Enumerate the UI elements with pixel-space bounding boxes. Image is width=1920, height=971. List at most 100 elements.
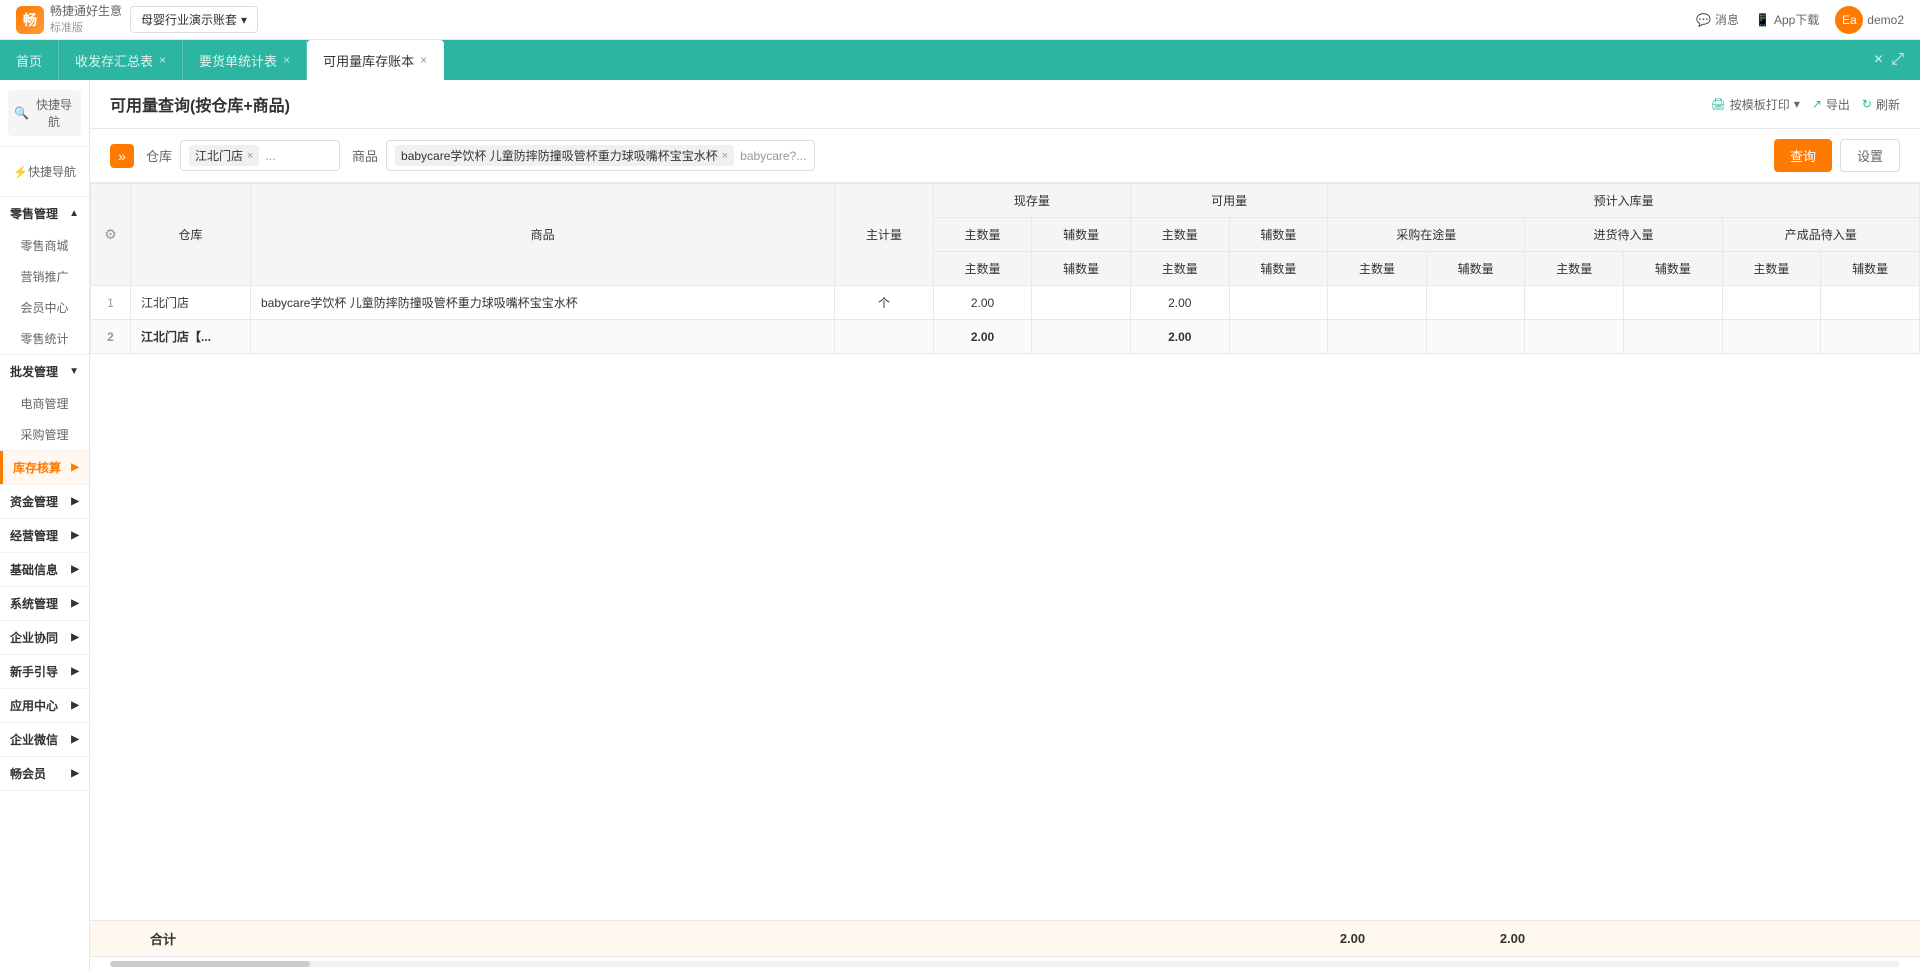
section-enterprise-wechat: 企业微信 ▶ xyxy=(0,723,89,757)
section-system-mgmt-header[interactable]: 系统管理 ▶ xyxy=(0,587,89,620)
table-row: 1 江北门店 babycare学饮杯 儿童防摔防撞吸管杯重力球吸嘴杯宝宝水杯 个… xyxy=(91,286,1920,320)
app-download-button[interactable]: 📱 App下载 xyxy=(1755,11,1819,28)
user-profile[interactable]: Ea demo2 xyxy=(1835,6,1904,34)
row-avail-aux-2 xyxy=(1229,320,1328,354)
chevron-right-icon: ▶ xyxy=(71,700,79,711)
th-purchase-main: 主数量 xyxy=(1328,252,1427,286)
tab-available-stock[interactable]: 可用量库存账本 × xyxy=(307,40,444,80)
logo-text: 畅捷通好生意 标准版 xyxy=(50,4,122,36)
section-enterprise-collab-header[interactable]: 企业协同 ▶ xyxy=(0,621,89,654)
chevron-right-icon: ▶ xyxy=(71,530,79,541)
row-avail-aux-1 xyxy=(1229,286,1328,320)
section-inventory-check: 库存核算 ▶ xyxy=(0,451,89,485)
th-settings[interactable]: ⚙ xyxy=(91,184,131,286)
export-button[interactable]: ↗ 导出 xyxy=(1812,96,1850,113)
product-tag-remove[interactable]: × xyxy=(722,150,728,162)
section-basic-info: 基础信息 ▶ xyxy=(0,553,89,587)
sidebar-item-member-center[interactable]: 会员中心 xyxy=(0,292,89,323)
sidebar-item-retail-stats[interactable]: 零售统计 xyxy=(0,323,89,354)
expand-icon: » xyxy=(118,148,126,164)
row-avail-main-2: 2.00 xyxy=(1130,320,1229,354)
row-incoming-aux-2 xyxy=(1624,320,1723,354)
sidebar: 🔍 快捷导航 ⚡ 快捷导航 零售管理 ▲ 零售商城 营销推广 会员中心 零售统计… xyxy=(0,80,90,971)
product-more[interactable]: babycare?... xyxy=(740,149,806,163)
th-avail-main2: 主数量 xyxy=(1130,252,1229,286)
section-app-center-header[interactable]: 应用中心 ▶ xyxy=(0,689,89,722)
quick-nav: ⚡ 快捷导航 xyxy=(0,147,89,197)
top-bar-left: 畅 畅捷通好生意 标准版 母婴行业演示账套 ▾ xyxy=(16,4,258,36)
search-button[interactable]: 查询 xyxy=(1774,139,1832,172)
sidebar-item-ecommerce-mgmt[interactable]: 电商管理 xyxy=(0,388,89,419)
tab-order-stats-close[interactable]: × xyxy=(283,53,290,67)
search-menu-button[interactable]: 🔍 快捷导航 xyxy=(8,90,81,136)
th-avail-aux2: 辅数量 xyxy=(1229,252,1328,286)
warehouse-input[interactable]: 江北门店 × ... xyxy=(180,140,340,171)
template-print-button[interactable]: 🖨 按模板打印 ▾ xyxy=(1711,96,1800,113)
section-vip-member-header[interactable]: 畅会员 ▶ xyxy=(0,757,89,790)
content-area: 可用量查询(按仓库+商品) 🖨 按模板打印 ▾ ↗ 导出 ↻ 刷新 xyxy=(90,80,1920,971)
th-available: 可用量 xyxy=(1130,184,1327,218)
row-warehouse-1: 江北门店 xyxy=(131,286,251,320)
sidebar-item-retail-mall[interactable]: 零售商城 xyxy=(0,230,89,261)
th-stock-main: 主数量 xyxy=(933,218,1032,252)
tab-available-stock-close[interactable]: × xyxy=(420,53,427,67)
scroll-thumb[interactable] xyxy=(110,961,310,967)
refresh-button[interactable]: ↻ 刷新 xyxy=(1862,96,1900,113)
product-input[interactable]: babycare学饮杯 儿童防摔防撞吸管杯重力球吸嘴杯宝宝水杯 × babyca… xyxy=(386,140,815,171)
footer-stock-main: 2.00 xyxy=(1313,931,1393,946)
tab-maximize[interactable]: ⤢ xyxy=(1891,51,1904,69)
warehouse-more[interactable]: ... xyxy=(265,149,275,163)
section-operation-mgmt-header[interactable]: 经营管理 ▶ xyxy=(0,519,89,552)
tab-receive-pay-close[interactable]: × xyxy=(159,53,166,67)
section-basic-info-header[interactable]: 基础信息 ▶ xyxy=(0,553,89,586)
chevron-down-icon: ▾ xyxy=(1794,97,1800,111)
section-finance-mgmt: 资金管理 ▶ xyxy=(0,485,89,519)
industry-selector[interactable]: 母婴行业演示账套 ▾ xyxy=(130,6,258,33)
table-row: 2 江北门店【... 2.00 2.00 xyxy=(91,320,1920,354)
tab-order-stats[interactable]: 要货单统计表 × xyxy=(183,40,307,80)
th-stock-main2: 主数量 xyxy=(933,252,1032,286)
settings-icon[interactable]: ⚙ xyxy=(104,226,117,242)
row-purchase-main-2 xyxy=(1328,320,1427,354)
filter-bar: » 仓库 江北门店 × ... 商品 babycare学饮杯 儿童防摔防撞吸管杯… xyxy=(90,129,1920,183)
section-finance-mgmt-header[interactable]: 资金管理 ▶ xyxy=(0,485,89,518)
sidebar-item-purchase-mgmt[interactable]: 采购管理 xyxy=(0,419,89,450)
section-system-mgmt: 系统管理 ▶ xyxy=(0,587,89,621)
search-icon: 🔍 xyxy=(14,106,29,120)
section-wholesale-mgmt-header[interactable]: 批发管理 ▼ xyxy=(0,355,89,388)
row-unit-1: 个 xyxy=(835,286,934,320)
filter-expand-button[interactable]: » xyxy=(110,144,134,168)
warehouse-tag-remove[interactable]: × xyxy=(247,150,253,162)
product-filter: 商品 babycare学饮杯 儿童防摔防撞吸管杯重力球吸嘴杯宝宝水杯 × bab… xyxy=(352,140,815,171)
section-inventory-check-header[interactable]: 库存核算 ▶ xyxy=(0,451,89,484)
sidebar-item-quick-nav[interactable]: ⚡ 快捷导航 xyxy=(0,155,89,188)
tab-receive-pay[interactable]: 收发存汇总表 × xyxy=(59,40,183,80)
th-planned-inbound: 预计入库量 xyxy=(1328,184,1920,218)
settings-button[interactable]: 设置 xyxy=(1840,139,1900,172)
section-new-guide-header[interactable]: 新手引导 ▶ xyxy=(0,655,89,688)
section-app-center: 应用中心 ▶ xyxy=(0,689,89,723)
section-retail-mgmt-header[interactable]: 零售管理 ▲ xyxy=(0,197,89,230)
row-purchase-aux-1 xyxy=(1426,286,1525,320)
tab-close-all[interactable]: × xyxy=(1874,51,1883,69)
tab-home[interactable]: 首页 xyxy=(0,40,59,80)
logo-area: 畅 畅捷通好生意 标准版 xyxy=(16,4,122,36)
row-index-2: 2 xyxy=(91,320,131,354)
tab-bar: 首页 收发存汇总表 × 要货单统计表 × 可用量库存账本 × × ⤢ xyxy=(0,40,1920,80)
row-stock-main-2: 2.00 xyxy=(933,320,1032,354)
section-new-guide: 新手引导 ▶ xyxy=(0,655,89,689)
section-enterprise-wechat-header[interactable]: 企业微信 ▶ xyxy=(0,723,89,756)
chevron-right-icon: ▶ xyxy=(71,632,79,643)
th-purchase-transit: 采购在途量 xyxy=(1328,218,1525,252)
th-incoming-aux: 辅数量 xyxy=(1624,252,1723,286)
warehouse-label: 仓库 xyxy=(146,146,172,165)
page-header-actions: 🖨 按模板打印 ▾ ↗ 导出 ↻ 刷新 xyxy=(1711,96,1900,113)
sidebar-item-marketing[interactable]: 营销推广 xyxy=(0,261,89,292)
message-button[interactable]: 💬 消息 xyxy=(1696,11,1739,28)
row-production-main-1 xyxy=(1722,286,1821,320)
chevron-right-icon: ▶ xyxy=(71,666,79,677)
top-bar-right: 💬 消息 📱 App下载 Ea demo2 xyxy=(1696,6,1904,34)
row-production-aux-1 xyxy=(1821,286,1920,320)
th-product: 商品 xyxy=(251,184,835,286)
avatar: Ea xyxy=(1835,6,1863,34)
